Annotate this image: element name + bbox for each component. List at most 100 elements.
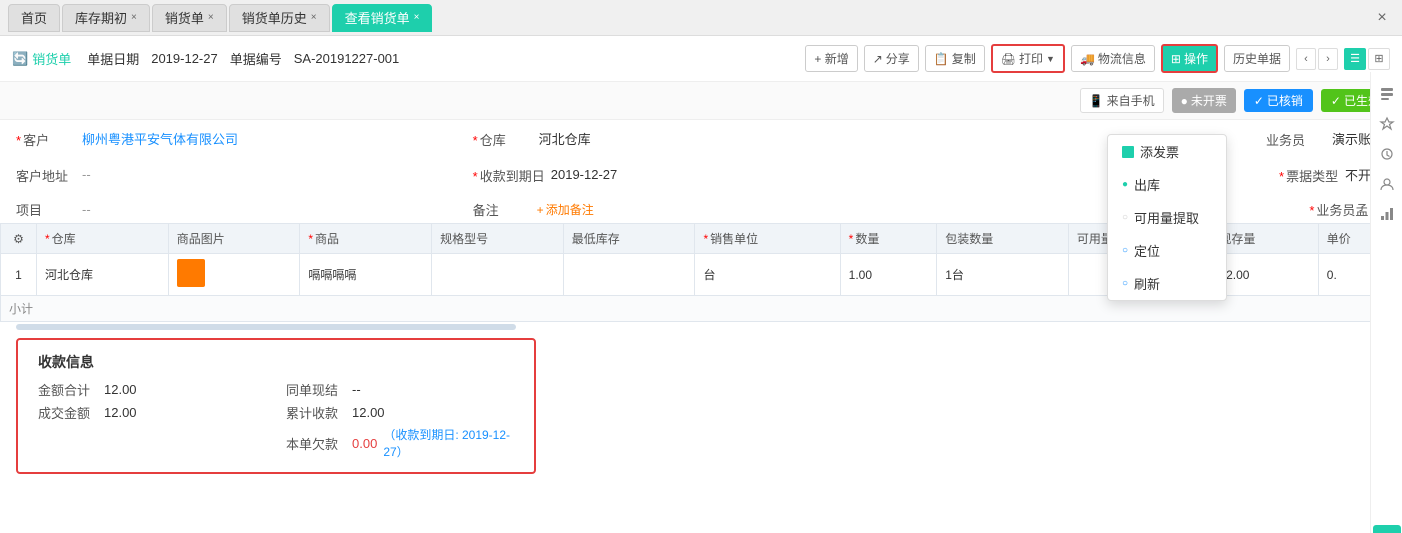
customer-value[interactable]: 柳州粤港平安气体有限公司 (80, 128, 240, 150)
sidebar-icon-1[interactable] (1373, 80, 1401, 108)
customer-field: 客户 柳州粤港平安气体有限公司 (16, 128, 473, 150)
horizontal-scrollbar[interactable] (16, 324, 516, 330)
nav-arrows: ‹ › (1296, 48, 1338, 70)
effective-icon: ✓ (1331, 94, 1341, 108)
sidebar-icon-5[interactable] (1373, 200, 1401, 228)
doc-header: 🔄 销货单 单据日期 2019-12-27 单据编号 SA-20191227-0… (0, 36, 1402, 82)
col-settings[interactable]: ⚙ (1, 224, 37, 254)
project-field: 项目 -- (16, 200, 473, 219)
doc-type: 🔄 销货单 (12, 49, 71, 68)
outbound-label: 出库 (1134, 175, 1160, 194)
window-close-button[interactable]: × (1370, 6, 1394, 30)
project-value[interactable]: -- (80, 201, 93, 219)
row-min-stock[interactable] (563, 254, 695, 296)
row-pack-qty[interactable]: 1台 (937, 254, 1069, 296)
sidebar-icon-3[interactable] (1373, 140, 1401, 168)
mobile-icon: 📱 (1089, 94, 1104, 108)
blue-dot-icon-2: ○ (1122, 278, 1128, 289)
same-order-row: 同单现结 -- (286, 380, 514, 399)
next-button[interactable]: › (1318, 48, 1338, 70)
grid-view-button[interactable]: ⊞ (1368, 48, 1390, 70)
balance-value: 0.00 (352, 436, 377, 451)
tab-home-label: 首页 (21, 8, 47, 27)
available-qty-label: 可用量提取 (1134, 208, 1199, 227)
print-icon: 🖨 (1001, 52, 1016, 66)
dropdown-arrow: ▼ (1046, 54, 1055, 64)
date-value: 2019-12-27 (151, 51, 218, 66)
transaction-row: 成交金额 12.00 (38, 403, 266, 422)
address-value[interactable]: -- (80, 166, 93, 184)
available-qty-item[interactable]: ○ 可用量提取 (1108, 201, 1226, 234)
tab-sales-label: 销货单 (165, 8, 204, 27)
tab-inventory[interactable]: 库存期初 × (62, 4, 150, 32)
not-open-button[interactable]: ● 未开票 (1172, 88, 1236, 113)
tab-inventory-close[interactable]: × (131, 12, 137, 23)
tab-history[interactable]: 销货单历史 × (229, 4, 330, 32)
balance-note: （收款到期日: 2019-12-27） (383, 426, 514, 460)
address-label: 客户地址 (16, 166, 76, 185)
row-qty[interactable]: 1.00 (840, 254, 937, 296)
payment-col-left: 金额合计 12.00 成交金额 12.00 (38, 380, 266, 460)
due-date-label: 收款到期日 (473, 166, 545, 185)
payment-col-right: 同单现结 -- 累计收款 12.00 本单欠款 0.00 （收款到期日: 201… (286, 380, 514, 460)
history-records-button[interactable]: 历史单据 (1224, 45, 1290, 72)
warehouse-field: 仓库 河北仓库 (473, 128, 930, 150)
invoice-type-label: 票据类型 (1279, 166, 1339, 185)
row-product[interactable]: 嗝嗝嗝嗝 (300, 254, 432, 296)
expand-icon[interactable] (1373, 525, 1401, 533)
logistics-button[interactable]: 🚚 物流信息 (1071, 45, 1155, 72)
prev-button[interactable]: ‹ (1296, 48, 1316, 70)
note-field: 备注 + 添加备注 (473, 200, 930, 219)
tab-view-sales-close[interactable]: × (414, 12, 420, 23)
col-pack-qty: 包装数量 (937, 224, 1069, 254)
col-spec: 规格型号 (432, 224, 564, 254)
locate-item[interactable]: ○ 定位 (1108, 234, 1226, 267)
toolbar-row: 📱 来自手机 ● 未开票 ✓ 已核销 ✓ 已生效 (0, 82, 1402, 120)
add-note-button[interactable]: + 添加备注 (537, 201, 594, 218)
list-view-button[interactable]: ☰ (1344, 48, 1366, 70)
refresh-label: 刷新 (1134, 274, 1160, 293)
settings-icon[interactable]: ⚙ (13, 232, 24, 246)
customer-label: 客户 (16, 130, 76, 149)
warehouse-value[interactable]: 河北仓库 (537, 128, 593, 150)
share-button[interactable]: ↗ 分享 (864, 45, 919, 72)
row-spec[interactable] (432, 254, 564, 296)
tab-sales[interactable]: 销货单 × (152, 4, 227, 32)
copy-button[interactable]: 📋 复制 (925, 45, 985, 72)
outbound-item[interactable]: ● 出库 (1108, 168, 1226, 201)
col-stock-qty: 现存量 (1211, 224, 1318, 254)
sidebar-icon-2[interactable] (1373, 110, 1401, 138)
row-unit[interactable]: 台 (695, 254, 840, 296)
tab-view-sales[interactable]: 查看销货单 × (332, 4, 433, 32)
transaction-label: 成交金额 (38, 403, 98, 422)
tab-history-label: 销货单历史 (242, 8, 307, 27)
row-warehouse[interactable]: 河北仓库 (37, 254, 169, 296)
teal-dot-icon: ● (1122, 179, 1128, 190)
add-invoice-item[interactable]: 添发票 (1108, 135, 1226, 168)
tab-home[interactable]: 首页 (8, 4, 60, 32)
from-mobile-button[interactable]: 📱 来自手机 (1080, 88, 1164, 113)
accumulated-value: 12.00 (352, 405, 385, 420)
tab-view-sales-label: 查看销货单 (345, 8, 410, 27)
staff-label: 业务员 (1266, 130, 1326, 149)
row-image (168, 254, 300, 296)
sidebar-icon-4[interactable] (1373, 170, 1401, 198)
operation-button[interactable]: ⊞ 操作 (1161, 44, 1218, 73)
refresh-item[interactable]: ○ 刷新 (1108, 267, 1226, 300)
salesperson-label: 业务员孟 (1309, 200, 1369, 219)
product-image (177, 259, 205, 287)
add-invoice-label: 添发票 (1140, 142, 1179, 161)
number-value: SA-20191227-001 (294, 51, 400, 66)
tab-sales-close[interactable]: × (208, 12, 214, 23)
print-button[interactable]: 🖨 打印 ▼ (991, 44, 1065, 73)
amount-total-value: 12.00 (104, 382, 137, 397)
note-label: 备注 (473, 200, 533, 219)
checked-badge: ✓ 已核销 (1244, 89, 1313, 112)
gray-dot-icon: ○ (1122, 212, 1128, 223)
main-content: 🔄 销货单 单据日期 2019-12-27 单据编号 SA-20191227-0… (0, 36, 1402, 533)
new-button[interactable]: + 新增 (805, 45, 857, 72)
operation-icon: ⊞ (1171, 52, 1181, 66)
due-date-value[interactable]: 2019-12-27 (549, 166, 620, 184)
due-date-field: 收款到期日 2019-12-27 (473, 166, 930, 185)
tab-history-close[interactable]: × (311, 12, 317, 23)
